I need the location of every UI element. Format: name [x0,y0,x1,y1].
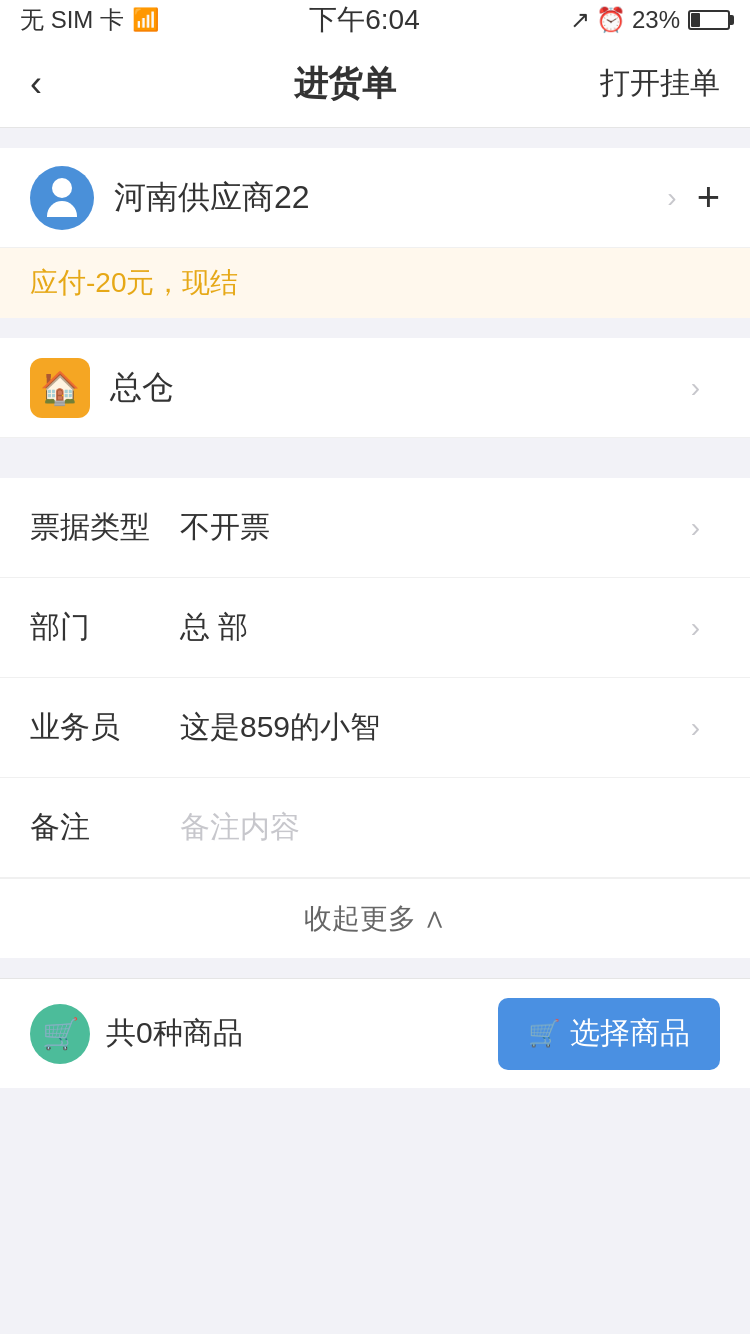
ticket-type-row[interactable]: 票据类型 不开票 › [0,478,750,578]
collapse-row[interactable]: 收起更多 ∧ [0,878,750,958]
warehouse-section: 🏠 总仓 › [0,338,750,438]
ticket-type-chevron-icon: › [691,512,700,544]
remark-label: 备注 [30,807,170,848]
supplier-chevron-icon: › [667,182,676,214]
product-count-text: 共0种商品 [106,1013,243,1054]
warehouse-icon: 🏠 [30,358,90,418]
salesman-row[interactable]: 业务员 这是859的小智 › [0,678,750,778]
add-supplier-button[interactable]: + [697,175,720,220]
warehouse-row[interactable]: 🏠 总仓 › [0,338,750,438]
supplier-avatar [30,166,94,230]
supplier-section: 河南供应商22 › + 应付-20元，现结 [0,148,750,318]
warehouse-name: 总仓 [110,366,691,410]
ticket-type-label: 票据类型 [30,507,170,548]
department-chevron-icon: › [691,612,700,644]
collapse-label: 收起更多 ∧ [304,900,447,938]
remark-row[interactable]: 备注 备注内容 [0,778,750,878]
time-label: 下午6:04 [309,1,420,39]
department-label: 部门 [30,607,170,648]
form-section: 票据类型 不开票 › 部门 总 部 › 业务员 这是859的小智 › 备注 备注… [0,478,750,958]
wifi-icon: 📶 [132,7,159,33]
nav-bar: ‹ 进货单 打开挂单 [0,40,750,128]
gap-1 [0,128,750,148]
select-product-button[interactable]: 🛒 选择商品 [498,998,720,1070]
info-banner-text: 应付-20元，现结 [30,267,238,298]
info-banner: 应付-20元，现结 [0,248,750,318]
carrier-label: 无 SIM 卡 [20,4,124,36]
salesman-label: 业务员 [30,707,170,748]
location-icon: ↗ [570,6,590,34]
gap-3 [0,438,750,458]
supplier-name: 河南供应商22 [114,176,667,220]
supplier-row[interactable]: 河南供应商22 › + [0,148,750,248]
product-count-wrap: 🛒 共0种商品 [30,1004,243,1064]
department-value: 总 部 [170,607,691,648]
warehouse-chevron-icon: › [691,372,700,404]
alarm-icon: ⏰ [596,6,626,34]
bottom-gray-area [0,1088,750,1334]
page-title: 进货单 [294,61,396,107]
select-product-label: 选择商品 [570,1013,690,1054]
ticket-type-value: 不开票 [170,507,691,548]
salesman-value: 这是859的小智 [170,707,691,748]
select-product-icon: 🛒 [528,1018,560,1049]
gap-2 [0,318,750,338]
remark-input[interactable]: 备注内容 [170,807,720,848]
open-pending-button[interactable]: 打开挂单 [600,63,720,104]
cart-icon: 🛒 [30,1004,90,1064]
salesman-chevron-icon: › [691,712,700,744]
person-icon [47,178,77,217]
status-left: 无 SIM 卡 📶 [20,4,159,36]
back-button[interactable]: ‹ [30,63,90,105]
department-row[interactable]: 部门 总 部 › [0,578,750,678]
status-bar: 无 SIM 卡 📶 下午6:04 ↗ ⏰ 23% [0,0,750,40]
battery-icon [688,10,730,30]
status-right: ↗ ⏰ 23% [570,6,730,34]
battery-percent: 23% [632,6,680,34]
bottom-bar: 🛒 共0种商品 🛒 选择商品 [0,978,750,1088]
